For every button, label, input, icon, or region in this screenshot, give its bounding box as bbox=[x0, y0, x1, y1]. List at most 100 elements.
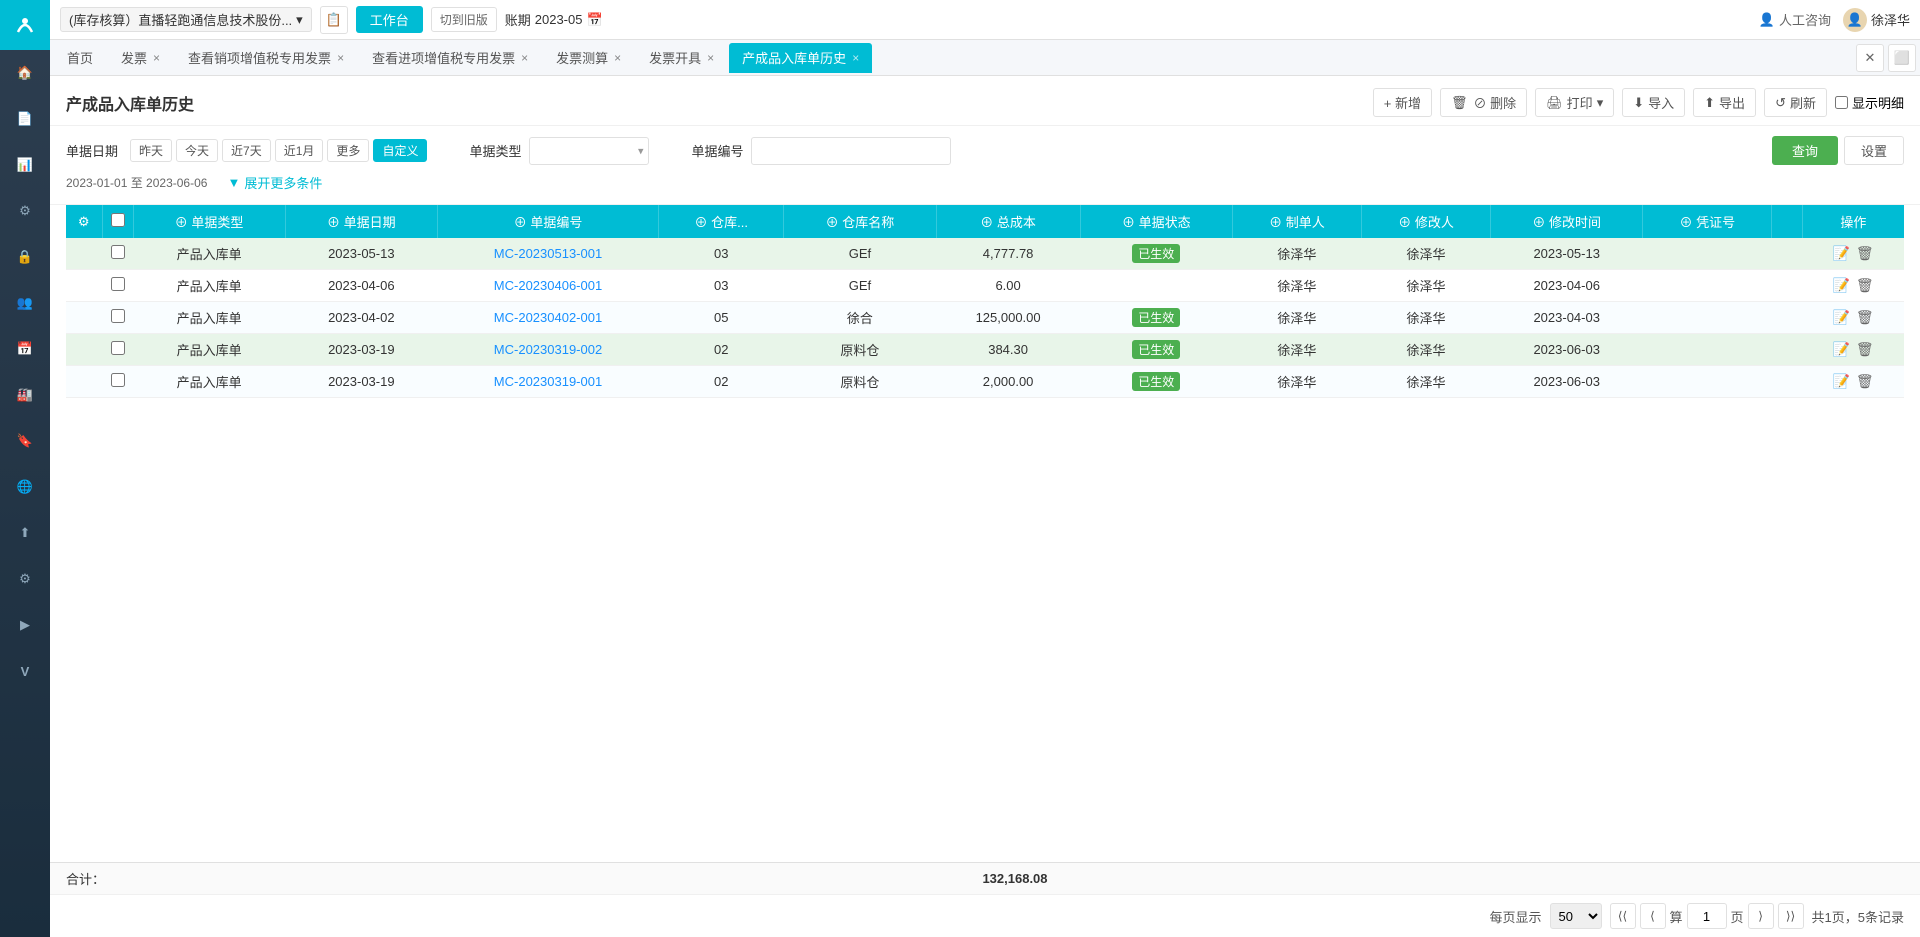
sidebar-item-users[interactable]: 👥 bbox=[0, 280, 50, 326]
row-number-link-2[interactable]: MC-20230402-001 bbox=[494, 310, 602, 325]
col-creator-header[interactable]: ⊕ 制单人 bbox=[1232, 205, 1361, 238]
new-button[interactable]: + 新增 bbox=[1373, 88, 1432, 117]
col-status-header[interactable]: ⊕ 单据状态 bbox=[1080, 205, 1232, 238]
refresh-button[interactable]: ↺ 刷新 bbox=[1764, 88, 1827, 117]
date-btn-1month[interactable]: 近1月 bbox=[275, 139, 324, 162]
show-detail-checkbox-label[interactable]: 显示明细 bbox=[1835, 93, 1904, 112]
row-number-link-4[interactable]: MC-20230319-001 bbox=[494, 374, 602, 389]
tab-check-input-close[interactable]: × bbox=[521, 51, 528, 65]
export-button[interactable]: ⬆ 导出 bbox=[1693, 88, 1756, 117]
row-edit-icon-0[interactable]: 📝 bbox=[1832, 245, 1849, 262]
page-number-input[interactable] bbox=[1687, 903, 1727, 929]
col-date-header[interactable]: ⊕ 单据日期 bbox=[285, 205, 437, 238]
import-button[interactable]: ⬇ 导入 bbox=[1622, 88, 1685, 117]
row-creator-4: 徐泽华 bbox=[1232, 366, 1361, 398]
col-modify-time-header[interactable]: ⊕ 修改时间 bbox=[1491, 205, 1643, 238]
sidebar-item-globe[interactable]: 🌐 bbox=[0, 464, 50, 510]
row-delete-icon-1[interactable]: 🗑 bbox=[1856, 277, 1874, 294]
row-select-checkbox-0[interactable] bbox=[111, 245, 125, 259]
sidebar-item-upload[interactable]: ⬆ bbox=[0, 510, 50, 556]
sidebar-item-home[interactable]: 🏠 bbox=[0, 50, 50, 96]
tab-invoice-close[interactable]: × bbox=[153, 51, 160, 65]
row-select-checkbox-1[interactable] bbox=[111, 277, 125, 291]
row-creator-3: 徐泽华 bbox=[1232, 334, 1361, 366]
first-page-btn[interactable]: ⟨⟨ bbox=[1610, 903, 1636, 929]
set-button[interactable]: 设置 bbox=[1844, 136, 1904, 165]
col-warehouse-code-header[interactable]: ⊕ 仓库... bbox=[659, 205, 784, 238]
tab-home[interactable]: 首页 bbox=[54, 43, 106, 73]
show-detail-checkbox[interactable] bbox=[1835, 96, 1848, 109]
tab-invoice-open[interactable]: 发票开具 × bbox=[636, 43, 727, 73]
row-delete-icon-3[interactable]: 🗑 bbox=[1856, 341, 1874, 358]
row-edit-icon-4[interactable]: 📝 bbox=[1832, 373, 1849, 390]
tab-invoice-open-close[interactable]: × bbox=[707, 51, 714, 65]
tab-invoice-calc-label: 发票测算 bbox=[556, 48, 608, 67]
tab-invoice-calc-close[interactable]: × bbox=[614, 51, 621, 65]
sidebar-item-settings[interactable]: ⚙ bbox=[0, 188, 50, 234]
row-select-checkbox-4[interactable] bbox=[111, 373, 125, 387]
tab-check-input-vat[interactable]: 查看进项增值税专用发票 × bbox=[359, 43, 541, 73]
maximize-btn[interactable]: ⬜ bbox=[1888, 44, 1916, 72]
col-warehouse-name-header[interactable]: ⊕ 仓库名称 bbox=[784, 205, 936, 238]
number-filter-input[interactable] bbox=[751, 137, 951, 165]
expand-conditions-btn[interactable]: ▼ 展开更多条件 bbox=[219, 171, 330, 194]
next-page-btn[interactable]: ⟩ bbox=[1748, 903, 1774, 929]
row-number-2: MC-20230402-001 bbox=[437, 302, 658, 334]
sidebar-item-calendar[interactable]: 📅 bbox=[0, 326, 50, 372]
sidebar-item-gear2[interactable]: ⚙ bbox=[0, 556, 50, 602]
print-button[interactable]: 🖨 打印 ▾ bbox=[1535, 88, 1614, 117]
sidebar-item-play[interactable]: ▶ bbox=[0, 602, 50, 648]
workbench-button[interactable]: 工作台 bbox=[356, 6, 423, 33]
close-all-btn[interactable]: ✕ bbox=[1856, 44, 1884, 72]
sidebar-item-chart[interactable]: 📊 bbox=[0, 142, 50, 188]
row-checkbox-1 bbox=[102, 270, 133, 302]
row-number-link-3[interactable]: MC-20230319-002 bbox=[494, 342, 602, 357]
query-button[interactable]: 查询 bbox=[1772, 136, 1838, 165]
doc-icon-btn[interactable]: 📋 bbox=[320, 6, 348, 34]
tab-product-inbound-history[interactable]: 产成品入库单历史 × bbox=[729, 43, 872, 73]
tab-invoice[interactable]: 发票 × bbox=[108, 43, 173, 73]
calendar-icon-small[interactable]: 📅 bbox=[586, 12, 602, 28]
row-select-checkbox-3[interactable] bbox=[111, 341, 125, 355]
col-modifier-header[interactable]: ⊕ 修改人 bbox=[1361, 205, 1490, 238]
sidebar-item-v[interactable]: V bbox=[0, 648, 50, 694]
date-btn-custom[interactable]: 自定义 bbox=[373, 139, 427, 162]
row-delete-icon-0[interactable]: 🗑 bbox=[1856, 245, 1874, 262]
col-settings[interactable]: ⚙ bbox=[66, 205, 102, 238]
row-edit-icon-1[interactable]: 📝 bbox=[1832, 277, 1849, 294]
sidebar-item-invoice[interactable]: 📄 bbox=[0, 96, 50, 142]
last-page-btn[interactable]: ⟩⟩ bbox=[1778, 903, 1804, 929]
tab-check-sales-vat[interactable]: 查看销项增值税专用发票 × bbox=[175, 43, 357, 73]
row-number-link-0[interactable]: MC-20230513-001 bbox=[494, 246, 602, 261]
row-edit-icon-2[interactable]: 📝 bbox=[1832, 309, 1849, 326]
sidebar-item-warehouse[interactable]: 🏭 bbox=[0, 372, 50, 418]
page-size-select[interactable]: 50 20 100 bbox=[1550, 903, 1602, 929]
company-selector[interactable]: (库存核算）直播轻跑通信息技术股份... ▾ bbox=[60, 7, 312, 32]
sidebar-item-stamp[interactable]: 🔖 bbox=[0, 418, 50, 464]
tab-check-sales-close[interactable]: × bbox=[337, 51, 344, 65]
col-type-header[interactable]: ⊕ 单据类型 bbox=[133, 205, 285, 238]
sidebar-item-lock[interactable]: 🔒 bbox=[0, 234, 50, 280]
row-select-checkbox-2[interactable] bbox=[111, 309, 125, 323]
select-all-checkbox[interactable] bbox=[111, 213, 125, 227]
date-btn-yesterday[interactable]: 昨天 bbox=[130, 139, 172, 162]
row-edit-icon-3[interactable]: 📝 bbox=[1832, 341, 1849, 358]
row-delete-icon-4[interactable]: 🗑 bbox=[1856, 373, 1874, 390]
date-btn-7days[interactable]: 近7天 bbox=[222, 139, 271, 162]
switch-version-button[interactable]: 切到旧版 bbox=[431, 7, 497, 32]
col-voucher-header[interactable]: ⊕ 凭证号 bbox=[1643, 205, 1772, 238]
type-select[interactable]: 产品入库单 bbox=[529, 137, 649, 165]
user-menu[interactable]: 👤 徐泽华 bbox=[1843, 8, 1910, 32]
delete-button[interactable]: 🗑 ⊘ 删除 bbox=[1440, 88, 1527, 117]
col-number-header[interactable]: ⊕ 单据编号 bbox=[437, 205, 658, 238]
row-number-link-1[interactable]: MC-20230406-001 bbox=[494, 278, 602, 293]
date-btn-more[interactable]: 更多 bbox=[327, 139, 369, 162]
col-total-cost-header[interactable]: ⊕ 总成本 bbox=[936, 205, 1080, 238]
prev-page-btn[interactable]: ⟨ bbox=[1640, 903, 1666, 929]
tab-invoice-calc[interactable]: 发票测算 × bbox=[543, 43, 634, 73]
date-btn-today[interactable]: 今天 bbox=[176, 139, 218, 162]
row-status-2: 已生效 bbox=[1080, 302, 1232, 334]
service-button[interactable]: 👤 人工咨询 bbox=[1759, 10, 1831, 29]
row-delete-icon-2[interactable]: 🗑 bbox=[1856, 309, 1874, 326]
tab-product-inbound-close[interactable]: × bbox=[852, 51, 859, 65]
